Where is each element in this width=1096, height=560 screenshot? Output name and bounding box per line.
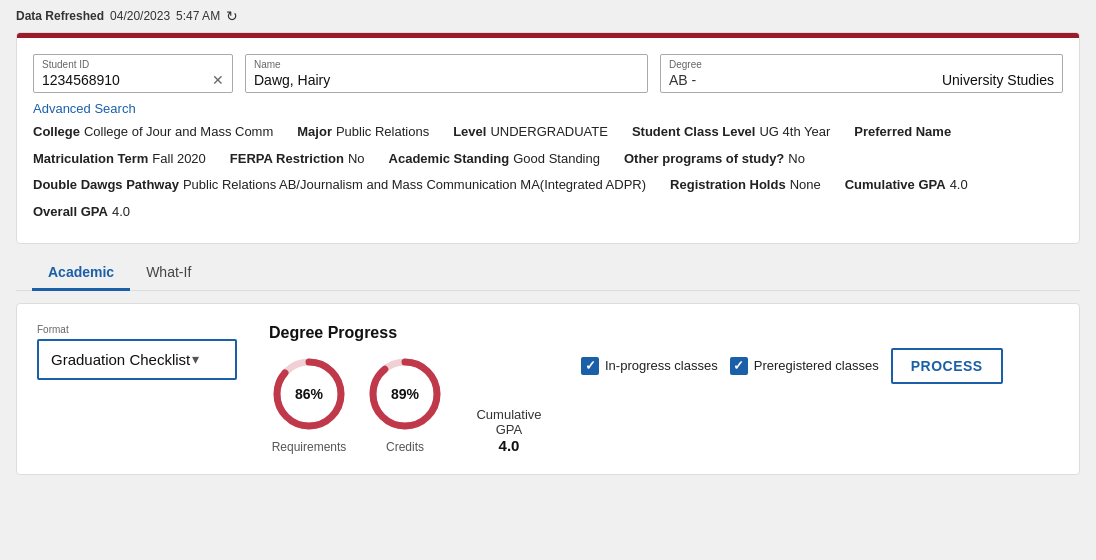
double-dawgs-key: Double Dawgs Pathway (33, 173, 179, 198)
name-group: Name Dawg, Hairy (245, 54, 648, 93)
ferpa-item: FERPA Restriction No (230, 147, 365, 172)
major-item: Major Public Relations (297, 120, 429, 145)
info-row-3: Double Dawgs Pathway Public Relations AB… (33, 173, 1063, 198)
info-section: College College of Jour and Mass Comm Ma… (17, 116, 1079, 243)
overall-gpa-val: 4.0 (112, 200, 130, 225)
double-dawgs-val: Public Relations AB/Journalism and Mass … (183, 173, 646, 198)
search-row: Student ID 1234568910 ✕ Name Dawg, Hairy… (17, 38, 1079, 101)
preferred-name-item: Preferred Name (854, 120, 955, 145)
college-key: College (33, 120, 80, 145)
academic-standing-item: Academic Standing Good Standing (389, 147, 600, 172)
matriculation-key: Matriculation Term (33, 147, 148, 172)
ferpa-key: FERPA Restriction (230, 147, 344, 172)
refresh-date: 04/20/2023 (110, 9, 170, 23)
credits-pct-label: 89% (391, 386, 419, 402)
student-id-value: 1234568910 (42, 72, 120, 88)
info-row-1: College College of Jour and Mass Comm Ma… (33, 120, 1063, 145)
requirements-caption: Requirements (272, 440, 347, 454)
matriculation-item: Matriculation Term Fall 2020 (33, 147, 206, 172)
requirements-chart: 86% Requirements (269, 354, 349, 454)
inprogress-checkbox-box: ✓ (581, 357, 599, 375)
college-item: College College of Jour and Mass Comm (33, 120, 273, 145)
chevron-down-icon: ▾ (192, 351, 199, 367)
tabs-row: Academic What-If (16, 256, 1080, 291)
major-key: Major (297, 120, 332, 145)
student-class-item: Student Class Level UG 4th Year (632, 120, 830, 145)
student-id-group: Student ID 1234568910 ✕ (33, 54, 233, 93)
format-select[interactable]: Graduation Checklist ▾ (37, 339, 237, 380)
checkbox-row: ✓ In-progress classes ✓ Preregistered cl… (581, 348, 1059, 384)
refresh-time: 5:47 AM (176, 9, 220, 23)
preregistered-checkbox[interactable]: ✓ Preregistered classes (730, 357, 879, 375)
progress-charts: 86% Requirements 89% Credits Cumulative … (269, 354, 549, 454)
degree-value-row: AB - University Studies (669, 72, 1054, 88)
major-val: Public Relations (336, 120, 429, 145)
tab-whatif[interactable]: What-If (130, 256, 207, 291)
checkmark2-icon: ✓ (733, 358, 744, 373)
matriculation-val: Fall 2020 (152, 147, 205, 172)
format-section: Format Graduation Checklist ▾ (37, 324, 237, 380)
registration-holds-item: Registration Holds None (670, 173, 821, 198)
format-value: Graduation Checklist (51, 351, 190, 368)
cumulative-gpa-key: Cumulative GPA (845, 173, 946, 198)
process-button[interactable]: PROCESS (891, 348, 1003, 384)
requirements-donut: 86% (269, 354, 349, 434)
degree-group: Degree AB - University Studies (660, 54, 1063, 93)
checkmark-icon: ✓ (585, 358, 596, 373)
credits-caption: Credits (386, 440, 424, 454)
content-card: Format Graduation Checklist ▾ Degree Pro… (16, 303, 1080, 475)
inprogress-checkbox[interactable]: ✓ In-progress classes (581, 357, 718, 375)
student-class-key: Student Class Level (632, 120, 756, 145)
cumulative-gpa-val: 4.0 (950, 173, 968, 198)
tab-academic[interactable]: Academic (32, 256, 130, 291)
gpa-section: Cumulative GPA 4.0 (469, 407, 549, 454)
info-row-2: Matriculation Term Fall 2020 FERPA Restr… (33, 147, 1063, 172)
preferred-name-key: Preferred Name (854, 120, 951, 145)
academic-standing-val: Good Standing (513, 147, 600, 172)
degree-ab: AB - (669, 72, 696, 88)
other-programs-item: Other programs of study? No (624, 147, 805, 172)
inprogress-label: In-progress classes (605, 358, 718, 373)
level-val: UNDERGRADUATE (490, 120, 608, 145)
double-dawgs-item: Double Dawgs Pathway Public Relations AB… (33, 173, 646, 198)
refresh-icon[interactable]: ↻ (226, 8, 238, 24)
registration-holds-val: None (790, 173, 821, 198)
degree-label: Degree (669, 59, 1054, 70)
overall-gpa-key: Overall GPA (33, 200, 108, 225)
degree-name: University Studies (942, 72, 1054, 88)
college-val: College of Jour and Mass Comm (84, 120, 273, 145)
cumulative-gpa-item: Cumulative GPA 4.0 (845, 173, 968, 198)
preregistered-label: Preregistered classes (754, 358, 879, 373)
process-section: ✓ In-progress classes ✓ Preregistered cl… (581, 324, 1059, 384)
credits-donut: 89% (365, 354, 445, 434)
student-class-val: UG 4th Year (759, 120, 830, 145)
name-label: Name (254, 59, 639, 70)
student-id-value-row: 1234568910 ✕ (42, 72, 224, 88)
overall-gpa-item: Overall GPA 4.0 (33, 200, 130, 225)
format-label: Format (37, 324, 237, 335)
academic-standing-key: Academic Standing (389, 147, 510, 172)
degree-progress-section: Degree Progress 86% Requirements (269, 324, 549, 454)
requirements-pct-label: 86% (295, 386, 323, 402)
ferpa-val: No (348, 147, 365, 172)
student-id-label: Student ID (42, 59, 224, 70)
degree-progress-title: Degree Progress (269, 324, 397, 342)
refresh-label: Data Refreshed (16, 9, 104, 23)
registration-holds-key: Registration Holds (670, 173, 786, 198)
main-card: Student ID 1234568910 ✕ Name Dawg, Hairy… (16, 32, 1080, 244)
level-item: Level UNDERGRADUATE (453, 120, 608, 145)
info-row-4: Overall GPA 4.0 (33, 200, 1063, 225)
cumulative-gpa-chart-value: 4.0 (499, 437, 520, 454)
preregistered-checkbox-box: ✓ (730, 357, 748, 375)
other-programs-key: Other programs of study? (624, 147, 784, 172)
name-value: Dawg, Hairy (254, 72, 330, 88)
other-programs-val: No (788, 147, 805, 172)
cumulative-gpa-chart-label: Cumulative GPA (469, 407, 549, 437)
level-key: Level (453, 120, 486, 145)
top-bar: Data Refreshed 04/20/2023 5:47 AM ↻ (0, 0, 1096, 32)
credits-chart: 89% Credits (365, 354, 445, 454)
clear-icon[interactable]: ✕ (212, 72, 224, 88)
name-value-row: Dawg, Hairy (254, 72, 639, 88)
